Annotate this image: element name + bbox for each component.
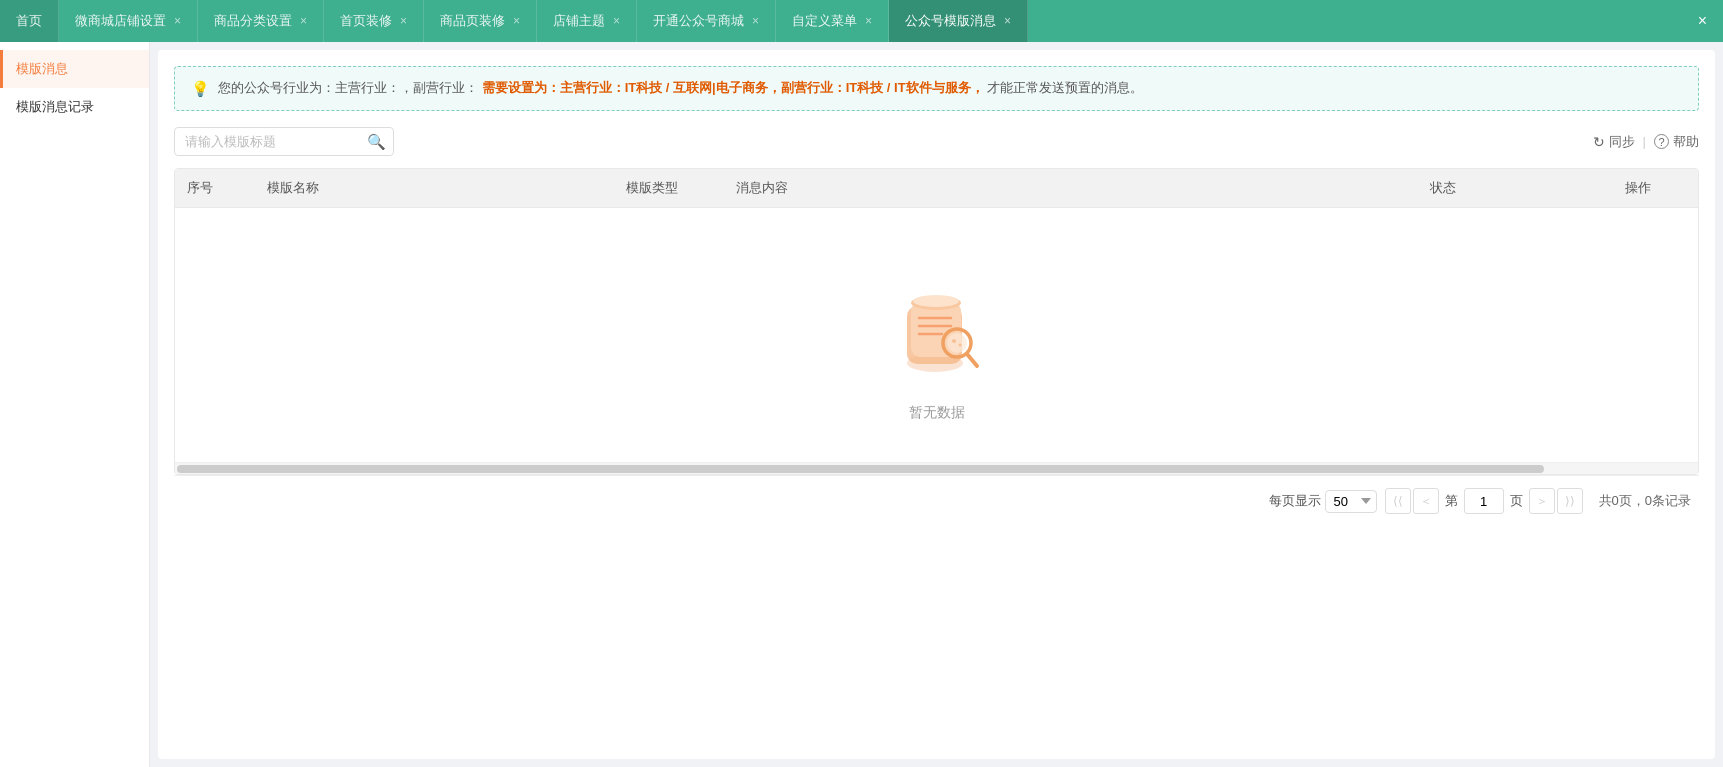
close-tab-theme[interactable]: × — [613, 14, 620, 28]
sidebar-item-template-log[interactable]: 模版消息记录 — [0, 88, 149, 126]
nav-tab-theme[interactable]: 店铺主题 × — [537, 0, 637, 42]
col-header-status: 状态 — [1418, 169, 1578, 207]
search-input-wrap: 🔍 — [174, 127, 394, 156]
nav-tab-productpage[interactable]: 商品页装修 × — [424, 0, 537, 42]
close-tab-productpage[interactable]: × — [513, 14, 520, 28]
total-text: 共0页，0条记录 — [1599, 492, 1691, 510]
search-icon[interactable]: 🔍 — [367, 133, 386, 151]
empty-illustration — [877, 268, 997, 388]
page-navigation: ⟨⟨ ＜ 第 页 ＞ ⟩⟩ — [1385, 488, 1583, 514]
first-page-button[interactable]: ⟨⟨ — [1385, 488, 1411, 514]
col-header-no: 序号 — [175, 169, 255, 207]
prev-page-button[interactable]: ＜ — [1413, 488, 1439, 514]
close-tab-custommenu[interactable]: × — [865, 14, 872, 28]
svg-point-11 — [952, 339, 956, 343]
scroll-thumb[interactable] — [177, 465, 1544, 473]
nav-tab-custommenu[interactable]: 自定义菜单 × — [776, 0, 889, 42]
sync-icon: ↻ — [1593, 134, 1605, 150]
page-size-select[interactable]: 10 20 50 100 — [1325, 490, 1377, 513]
search-input[interactable] — [174, 127, 394, 156]
sync-button[interactable]: ↻ 同步 — [1593, 133, 1635, 151]
notice-text: 您的公众号行业为：主营行业：，副营行业： 需要设置为：主营行业：IT科技 / 互… — [218, 79, 1143, 97]
toolbar-right: ↻ 同步 | ? 帮助 — [1593, 133, 1699, 151]
help-button[interactable]: ? 帮助 — [1654, 133, 1699, 151]
next-page-button[interactable]: ＞ — [1529, 488, 1555, 514]
close-tab-homepage[interactable]: × — [400, 14, 407, 28]
toolbar-divider: | — [1643, 134, 1646, 149]
sidebar: 模版消息 模版消息记录 — [0, 42, 150, 767]
nav-tab-category[interactable]: 商品分类设置 × — [198, 0, 324, 42]
search-bar: 🔍 ↻ 同步 | ? 帮助 — [174, 127, 1699, 156]
notice-banner: 💡 您的公众号行业为：主营行业：，副营行业： 需要设置为：主营行业：IT科技 /… — [174, 66, 1699, 111]
content-area: 💡 您的公众号行业为：主营行业：，副营行业： 需要设置为：主营行业：IT科技 /… — [158, 50, 1715, 759]
top-navigation: 首页 微商城店铺设置 × 商品分类设置 × 首页装修 × 商品页装修 × 店铺主… — [0, 0, 1723, 42]
empty-state: 暂无数据 — [175, 208, 1698, 462]
nav-tab-weshop[interactable]: 微商城店铺设置 × — [59, 0, 198, 42]
col-header-content: 消息内容 — [724, 169, 1418, 207]
global-close-button[interactable]: × — [1682, 0, 1723, 42]
nav-tab-openstore[interactable]: 开通公众号商城 × — [637, 0, 776, 42]
empty-text: 暂无数据 — [909, 404, 965, 422]
close-tab-category[interactable]: × — [300, 14, 307, 28]
pagination-bar: 每页显示 10 20 50 100 ⟨⟨ ＜ 第 页 ＞ ⟩⟩ 共0页，0条记录 — [174, 475, 1699, 518]
nav-tab-home[interactable]: 首页 — [0, 0, 59, 42]
data-table: 序号 模版名称 模版类型 消息内容 状态 操作 — [174, 168, 1699, 475]
close-tab-weshop[interactable]: × — [174, 14, 181, 28]
table-scrollbar[interactable] — [175, 462, 1698, 474]
page-size-select-wrap: 每页显示 10 20 50 100 — [1269, 490, 1377, 513]
bulb-icon: 💡 — [191, 80, 210, 98]
sidebar-item-template-msg[interactable]: 模版消息 — [0, 50, 149, 88]
help-icon: ? — [1654, 134, 1669, 149]
last-page-button[interactable]: ⟩⟩ — [1557, 488, 1583, 514]
col-header-name: 模版名称 — [255, 169, 614, 207]
svg-point-9 — [947, 333, 967, 353]
col-header-action: 操作 — [1578, 169, 1698, 207]
nav-tab-template[interactable]: 公众号模版消息 × — [889, 0, 1028, 42]
main-layout: 模版消息 模版消息记录 💡 您的公众号行业为：主营行业：，副营行业： 需要设置为… — [0, 42, 1723, 767]
close-tab-template[interactable]: × — [1004, 14, 1011, 28]
svg-point-7 — [913, 295, 959, 307]
page-number-input[interactable] — [1464, 488, 1504, 514]
nav-tab-homepage[interactable]: 首页装修 × — [324, 0, 424, 42]
close-tab-openstore[interactable]: × — [752, 14, 759, 28]
col-header-type: 模版类型 — [614, 169, 724, 207]
table-header: 序号 模版名称 模版类型 消息内容 状态 操作 — [175, 169, 1698, 208]
svg-point-12 — [958, 344, 961, 347]
svg-line-10 — [967, 354, 977, 366]
